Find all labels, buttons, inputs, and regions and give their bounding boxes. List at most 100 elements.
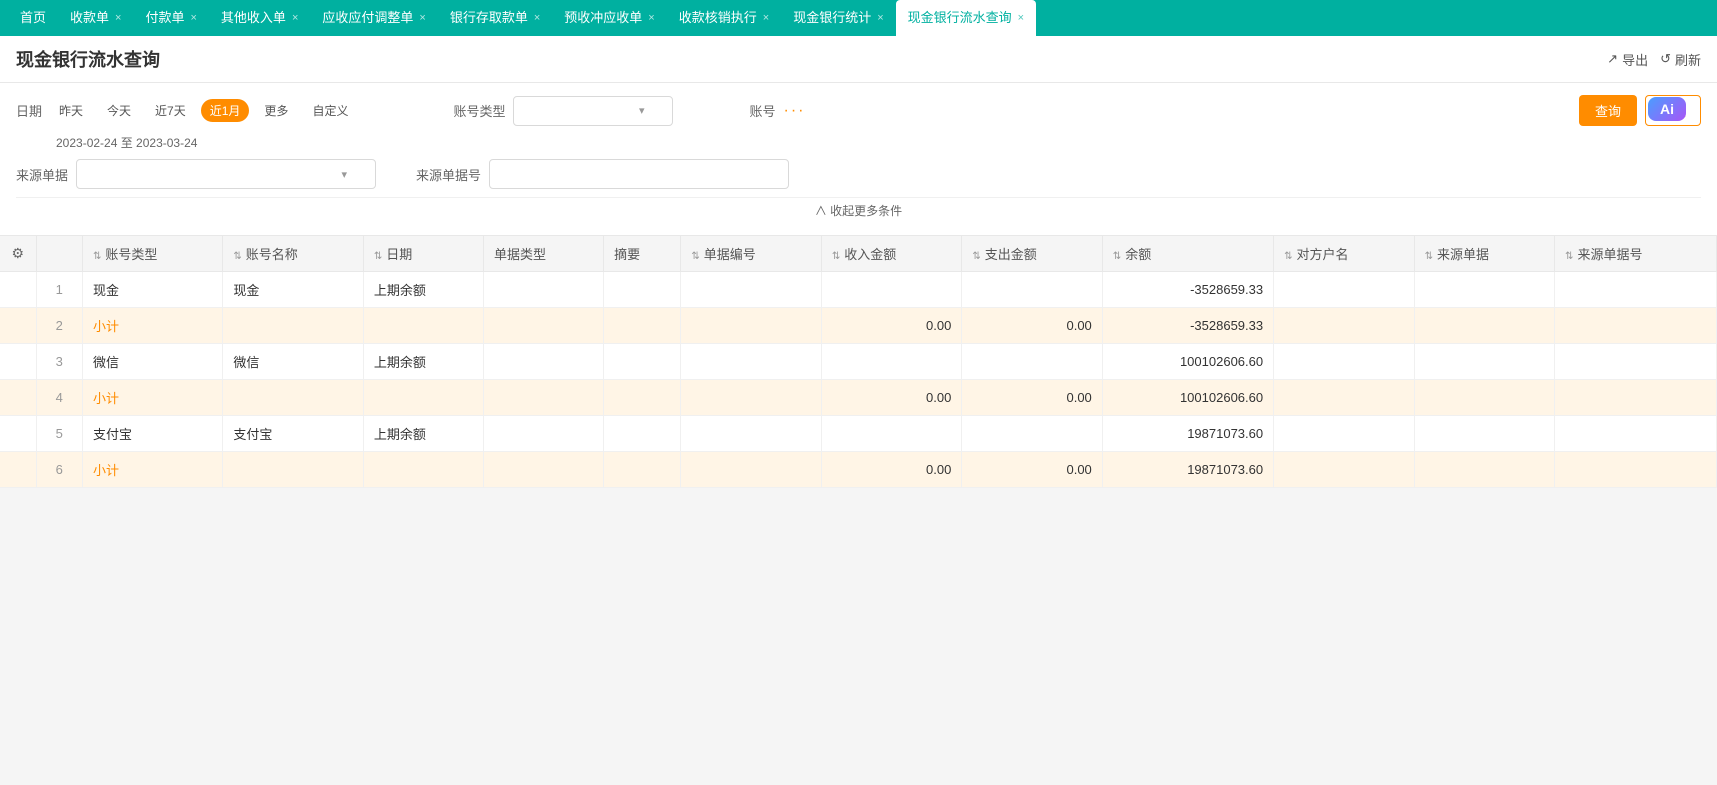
page-title: 现金银行流水查询: [16, 46, 160, 72]
nav-payment[interactable]: 付款单 ×: [133, 0, 208, 36]
th-counterparty[interactable]: ⇅对方户名: [1274, 236, 1414, 272]
sort-icon: ⇅: [1565, 251, 1573, 262]
sort-icon: ⇅: [93, 251, 101, 262]
top-nav: 首页 收款单 × 付款单 × 其他收入单 × 应收应付调整单 × 银行存取款单 …: [0, 0, 1717, 36]
table-header-row: ⚙ ⇅账号类型 ⇅账号名称 ⇅日期 单据类型 摘要 ⇅单据编号 ⇅收入金额 ⇅支…: [0, 236, 1717, 272]
td-index: 3: [36, 344, 82, 380]
close-icon[interactable]: ×: [190, 0, 196, 36]
collapse-icon: ∧: [815, 204, 827, 218]
td-source-doc-no: [1555, 416, 1717, 452]
close-icon[interactable]: ×: [877, 0, 883, 36]
source-doc-no-input[interactable]: [489, 159, 789, 189]
td-summary: [604, 308, 681, 344]
td-source-doc-no: [1555, 344, 1717, 380]
td-index: 2: [36, 308, 82, 344]
close-icon[interactable]: ×: [534, 0, 540, 36]
td-source-doc: [1414, 452, 1554, 488]
source-doc-select[interactable]: ▾: [76, 159, 376, 189]
close-icon[interactable]: ×: [1018, 0, 1024, 36]
table-row: 1现金现金上期余额-3528659.33: [0, 272, 1717, 308]
td-action: [0, 308, 36, 344]
td-summary: [604, 344, 681, 380]
filter-row-1: 日期 昨天 今天 近7天 近1月 更多 自定义 账号类型 ▾ 账号 ···: [16, 95, 1701, 126]
nav-bank-stats[interactable]: 现金银行统计 ×: [781, 0, 895, 36]
account-filter: 账号 ···: [749, 101, 805, 120]
nav-bank-flow[interactable]: 现金银行流水查询 ×: [896, 0, 1036, 36]
date-1month[interactable]: 近1月: [201, 99, 250, 122]
th-source-doc[interactable]: ⇅来源单据: [1414, 236, 1554, 272]
table-row: 6小计0.000.0019871073.60: [0, 452, 1717, 488]
td-counterparty: [1274, 380, 1414, 416]
th-account-type[interactable]: ⇅账号类型: [82, 236, 222, 272]
th-expense[interactable]: ⇅支出金额: [962, 236, 1102, 272]
td-action: [0, 272, 36, 308]
query-button[interactable]: 查询: [1579, 95, 1637, 126]
header-actions: ↗ 导出 ↺ 刷新: [1607, 50, 1701, 69]
close-icon[interactable]: ×: [648, 0, 654, 36]
td-income: [821, 272, 961, 308]
account-dots-button[interactable]: ···: [783, 102, 805, 120]
gear-icon[interactable]: ⚙: [11, 245, 24, 261]
date-custom[interactable]: 自定义: [303, 99, 357, 122]
table-row: 4小计0.000.00100102606.60: [0, 380, 1717, 416]
chevron-down-icon: ▾: [341, 168, 347, 181]
chevron-down-icon: ▾: [639, 104, 645, 117]
account-type-select[interactable]: ▾: [513, 96, 673, 126]
td-expense: 0.00: [962, 380, 1102, 416]
th-income[interactable]: ⇅收入金额: [821, 236, 961, 272]
td-account-name: [223, 308, 363, 344]
date-today[interactable]: 今天: [98, 99, 140, 122]
table-container: ⚙ ⇅账号类型 ⇅账号名称 ⇅日期 单据类型 摘要 ⇅单据编号 ⇅收入金额 ⇅支…: [0, 236, 1717, 488]
th-balance[interactable]: ⇅余额: [1102, 236, 1273, 272]
close-icon[interactable]: ×: [115, 0, 121, 36]
th-date[interactable]: ⇅日期: [363, 236, 483, 272]
td-expense: 0.00: [962, 308, 1102, 344]
th-account-name[interactable]: ⇅账号名称: [223, 236, 363, 272]
date-more[interactable]: 更多: [255, 99, 297, 122]
td-counterparty: [1274, 308, 1414, 344]
ai-badge[interactable]: Ai: [1648, 97, 1686, 121]
td-index: 5: [36, 416, 82, 452]
td-source-doc: [1414, 416, 1554, 452]
sort-icon: ⇅: [832, 251, 840, 262]
nav-receipt[interactable]: 收款单 ×: [58, 0, 133, 36]
table-body: 1现金现金上期余额-3528659.332小计0.000.00-3528659.…: [0, 272, 1717, 488]
th-gear[interactable]: ⚙: [0, 236, 36, 272]
nav-adjustment[interactable]: 应收应付调整单 ×: [310, 0, 437, 36]
td-balance: -3528659.33: [1102, 272, 1273, 308]
export-icon: ↗: [1607, 51, 1618, 67]
td-date: 上期余额: [363, 416, 483, 452]
nav-home[interactable]: 首页: [8, 0, 58, 36]
td-expense: [962, 272, 1102, 308]
td-balance: 100102606.60: [1102, 380, 1273, 416]
td-account-name: 微信: [223, 344, 363, 380]
refresh-button[interactable]: ↺ 刷新: [1660, 50, 1701, 69]
td-doc-no: [681, 344, 821, 380]
td-action: [0, 344, 36, 380]
date-yesterday[interactable]: 昨天: [50, 99, 92, 122]
td-balance: 19871073.60: [1102, 452, 1273, 488]
nav-bank-deposit[interactable]: 银行存取款单 ×: [438, 0, 552, 36]
td-summary: [604, 380, 681, 416]
nav-advance[interactable]: 预收冲应收单 ×: [552, 0, 666, 36]
td-action: [0, 452, 36, 488]
date-7days[interactable]: 近7天: [146, 99, 195, 122]
sort-icon: ⇅: [1113, 251, 1121, 262]
th-summary: 摘要: [604, 236, 681, 272]
data-table: ⚙ ⇅账号类型 ⇅账号名称 ⇅日期 单据类型 摘要 ⇅单据编号 ⇅收入金额 ⇅支…: [0, 236, 1717, 488]
td-source-doc-no: [1555, 308, 1717, 344]
th-source-doc-no[interactable]: ⇅来源单据号: [1555, 236, 1717, 272]
export-button[interactable]: ↗ 导出: [1607, 50, 1648, 69]
td-income: 0.00: [821, 452, 961, 488]
nav-writeoff[interactable]: 收款核销执行 ×: [667, 0, 781, 36]
nav-other-income[interactable]: 其他收入单 ×: [209, 0, 310, 36]
close-icon[interactable]: ×: [292, 0, 298, 36]
sort-icon: ⇅: [691, 251, 699, 262]
th-doc-no[interactable]: ⇅单据编号: [681, 236, 821, 272]
th-doc-type: 单据类型: [483, 236, 603, 272]
close-icon[interactable]: ×: [419, 0, 425, 36]
sort-icon: ⇅: [1425, 251, 1433, 262]
collapse-bar[interactable]: ∧ 收起更多条件: [16, 197, 1701, 223]
td-source-doc-no: [1555, 272, 1717, 308]
close-icon[interactable]: ×: [763, 0, 769, 36]
